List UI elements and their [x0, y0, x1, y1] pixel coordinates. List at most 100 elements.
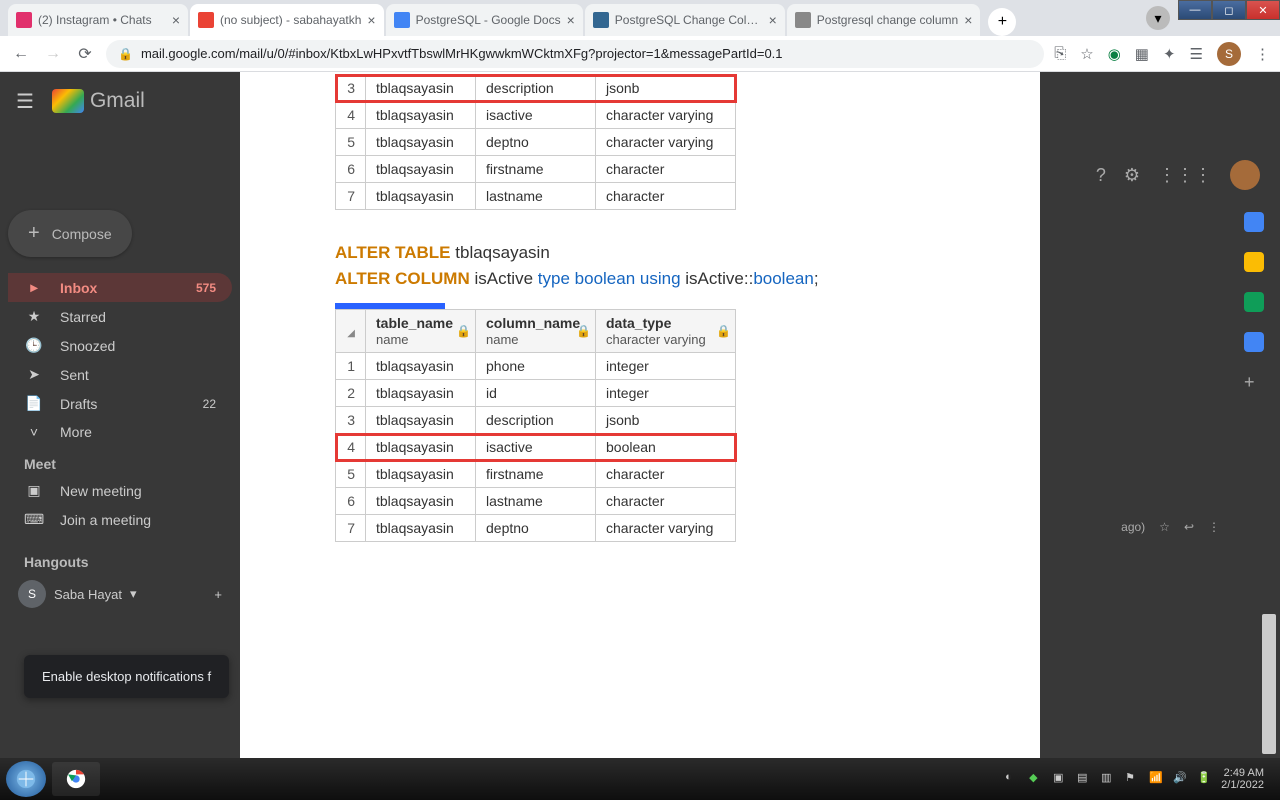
- forward-button[interactable]: →: [42, 43, 64, 65]
- row-number: 2: [336, 380, 366, 407]
- meet-new[interactable]: ▣New meeting: [8, 476, 232, 505]
- sql-ident: isActive::: [685, 269, 753, 288]
- col-data-type[interactable]: data_type character varying 🔒: [596, 310, 736, 353]
- tray-icon[interactable]: ▥: [1101, 771, 1117, 787]
- cell-column: isactive: [476, 102, 596, 129]
- meet-join[interactable]: ⌨Join a meeting: [8, 505, 232, 534]
- compose-button[interactable]: + Compose: [8, 210, 132, 257]
- sort-icon: ◢: [347, 328, 355, 339]
- tab-pg1[interactable]: PostgreSQL Change Colum ×: [585, 4, 785, 36]
- back-button[interactable]: ←: [10, 43, 32, 65]
- reading-list-icon[interactable]: ☰: [1190, 45, 1203, 63]
- add-panel-icon[interactable]: +: [1244, 372, 1264, 392]
- tray-icon[interactable]: ▣: [1053, 771, 1069, 787]
- url-input[interactable]: 🔒 mail.google.com/mail/u/0/#inbox/KtbxLw…: [106, 40, 1044, 68]
- lock-icon: 🔒: [716, 324, 731, 338]
- sql-keyword: ALTER COLUMN: [335, 269, 470, 288]
- star-icon[interactable]: ☆: [1159, 520, 1170, 534]
- close-icon[interactable]: ×: [964, 12, 972, 28]
- cell-table: tblaqsayasin: [366, 515, 476, 542]
- taskbar-chrome[interactable]: [52, 762, 100, 796]
- tray-icon[interactable]: ▤: [1077, 771, 1093, 787]
- col-column-name[interactable]: column_name name 🔒: [476, 310, 596, 353]
- sidebar-inbox[interactable]: ▸ Inbox 575: [8, 273, 232, 302]
- chrome-profile-button[interactable]: ▾: [1146, 6, 1170, 30]
- window-controls: — ◻ ✕: [1178, 0, 1280, 20]
- tray-icon[interactable]: ◐: [1005, 771, 1021, 787]
- col-table-name[interactable]: table_name name 🔒: [366, 310, 476, 353]
- sidebar-sent[interactable]: ➤Sent: [8, 360, 232, 389]
- table-row: 4 tblaqsayasin isactive character varyin…: [336, 102, 736, 129]
- extensions-icon[interactable]: ✦: [1163, 45, 1176, 63]
- notification-toast[interactable]: Enable desktop notifications f: [24, 655, 229, 698]
- network-icon[interactable]: 📶: [1149, 771, 1165, 787]
- settings-icon[interactable]: ⚙: [1124, 165, 1140, 186]
- sidebar-starred[interactable]: ★Starred: [8, 302, 232, 331]
- start-button[interactable]: [6, 761, 46, 797]
- close-window-button[interactable]: ✕: [1246, 0, 1280, 20]
- cell-column: deptno: [476, 129, 596, 156]
- close-icon[interactable]: ×: [567, 12, 575, 28]
- sql-keyword: using: [640, 269, 681, 288]
- user-avatar: S: [18, 580, 46, 608]
- google-sidepanel: +: [1238, 212, 1270, 392]
- close-icon[interactable]: ×: [172, 12, 180, 28]
- reload-button[interactable]: ⟳: [74, 43, 96, 65]
- apps-icon[interactable]: ⋮⋮⋮: [1158, 165, 1212, 186]
- cell-table: tblaqsayasin: [366, 353, 476, 380]
- bookmark-icon[interactable]: ☆: [1080, 45, 1093, 63]
- volume-icon[interactable]: 🔊: [1173, 771, 1189, 787]
- system-tray: ◐ ◆ ▣ ▤ ▥ ⚑ 📶 🔊 🔋 2:49 AM 2/1/2022: [1005, 767, 1274, 791]
- ext-grammarly-icon[interactable]: ◉: [1108, 45, 1121, 63]
- dropdown-icon[interactable]: ▾: [130, 586, 137, 602]
- add-icon[interactable]: +: [214, 587, 222, 602]
- sidebar-label: Drafts: [60, 396, 97, 412]
- clock[interactable]: 2:49 AM 2/1/2022: [1221, 767, 1264, 791]
- menu-icon[interactable]: ⋮: [1255, 45, 1270, 63]
- cell-type: character varying: [596, 129, 736, 156]
- reply-icon[interactable]: ↩: [1184, 520, 1194, 534]
- row-number: 6: [336, 156, 366, 183]
- battery-icon[interactable]: 🔋: [1197, 771, 1213, 787]
- hangouts-user[interactable]: S Saba Hayat ▾ +: [8, 574, 232, 614]
- close-icon[interactable]: ×: [769, 12, 777, 28]
- url-text: mail.google.com/mail/u/0/#inbox/KtbxLwHP…: [141, 46, 783, 61]
- sql-ident: tblaqsayasin: [455, 243, 550, 262]
- draft-icon: 📄: [24, 395, 44, 412]
- help-icon[interactable]: ?: [1096, 165, 1106, 186]
- sidebar-more[interactable]: ˅More: [8, 418, 232, 446]
- sent-icon: ➤: [24, 366, 44, 383]
- tab-instagram[interactable]: (2) Instagram • Chats ×: [8, 4, 188, 36]
- db-table-before: 3 tblaqsayasin description jsonb4 tblaqs…: [335, 74, 736, 210]
- tab-gdocs[interactable]: PostgreSQL - Google Docs ×: [386, 4, 583, 36]
- ext-icon[interactable]: ▦: [1135, 45, 1149, 63]
- tab-gmail[interactable]: (no subject) - sabahayatkh ×: [190, 4, 384, 36]
- minimize-button[interactable]: —: [1178, 0, 1212, 20]
- sidebar-snoozed[interactable]: 🕒Snoozed: [8, 331, 232, 360]
- calendar-icon[interactable]: [1244, 212, 1264, 232]
- contacts-icon[interactable]: [1244, 332, 1264, 352]
- more-icon[interactable]: ⋮: [1208, 520, 1220, 534]
- account-avatar[interactable]: [1230, 160, 1260, 190]
- main-menu-icon[interactable]: ☰: [16, 89, 34, 114]
- tray-icon[interactable]: ⚑: [1125, 771, 1141, 787]
- tasks-icon[interactable]: [1244, 292, 1264, 312]
- tab-title: Postgresql change column: [817, 13, 958, 27]
- sidebar-drafts[interactable]: 📄 Drafts 22: [8, 389, 232, 418]
- row-number: 7: [336, 183, 366, 210]
- tab-pg2[interactable]: Postgresql change column ×: [787, 4, 981, 36]
- install-icon[interactable]: ⎘: [1054, 45, 1066, 62]
- profile-avatar[interactable]: S: [1217, 42, 1241, 66]
- drafts-count: 22: [203, 397, 216, 411]
- compose-label: Compose: [52, 226, 112, 242]
- gmail-logo[interactable]: Gmail: [52, 89, 145, 113]
- tray-icon[interactable]: ◆: [1029, 771, 1045, 787]
- corner-cell: ◢: [336, 310, 366, 353]
- maximize-button[interactable]: ◻: [1212, 0, 1246, 20]
- scrollbar-thumb[interactable]: [1262, 614, 1276, 754]
- keep-icon[interactable]: [1244, 252, 1264, 272]
- table-row: 7 tblaqsayasin deptno character varying: [336, 515, 736, 542]
- meet-label: Join a meeting: [60, 512, 151, 528]
- close-icon[interactable]: ×: [367, 12, 375, 28]
- new-tab-button[interactable]: +: [988, 8, 1016, 36]
